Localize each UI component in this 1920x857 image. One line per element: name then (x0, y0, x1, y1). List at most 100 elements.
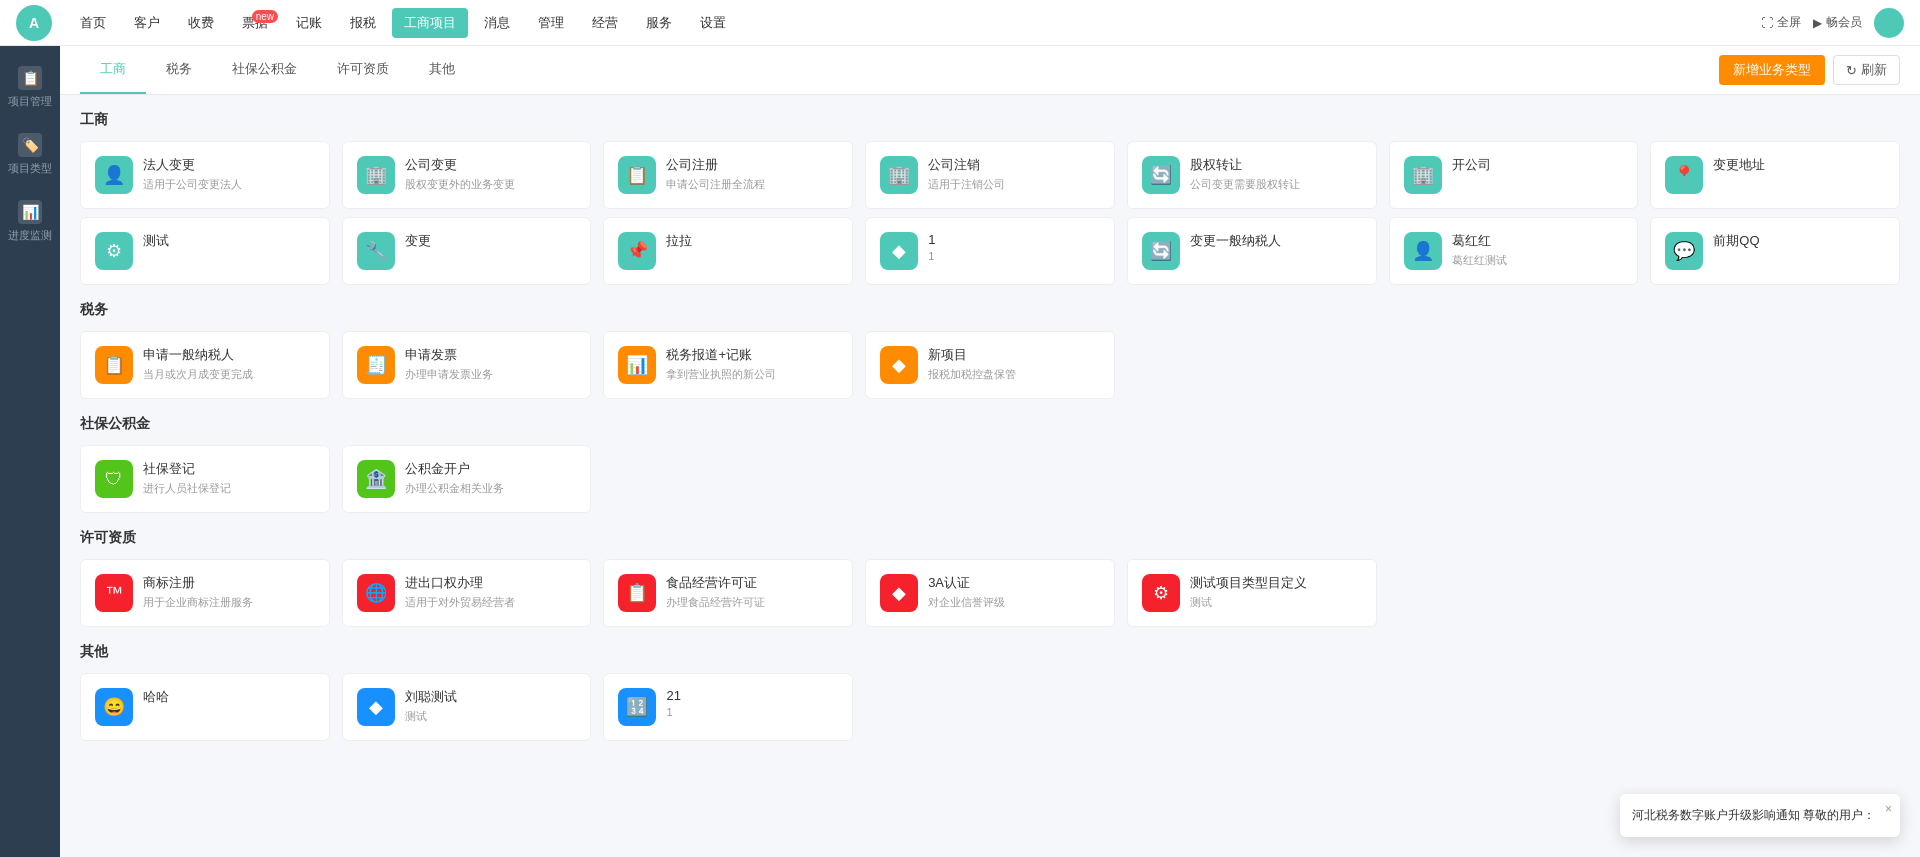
notification-close[interactable]: × (1885, 802, 1892, 816)
nav-item-报税[interactable]: 报税 (338, 8, 388, 38)
card-法人变更[interactable]: 👤法人变更适用于公司变更法人 (80, 141, 330, 209)
tab-工商[interactable]: 工商 (80, 46, 146, 94)
card-icon: 👤 (1404, 232, 1442, 270)
nav-item-设置[interactable]: 设置 (688, 8, 738, 38)
card-公司注销[interactable]: 🏢公司注销适用于注销公司 (865, 141, 1115, 209)
card-前期QQ[interactable]: 💬前期QQ (1650, 217, 1900, 285)
sidebar-label-1: 项目类型 (8, 161, 52, 176)
card-申请发票[interactable]: 🧾申请发票办理申请发票业务 (342, 331, 592, 399)
card-name: 3A认证 (928, 574, 1100, 592)
card-desc: 当月或次月成变更完成 (143, 367, 315, 382)
tab-社保公积金[interactable]: 社保公积金 (212, 46, 317, 94)
card-哈哈[interactable]: 😄哈哈 (80, 673, 330, 741)
fullscreen-button[interactable]: ⛶ 全屏 (1761, 14, 1801, 31)
card-icon: 🔄 (1142, 232, 1180, 270)
add-type-button[interactable]: 新增业务类型 (1719, 55, 1825, 85)
card-开公司[interactable]: 🏢开公司 (1389, 141, 1639, 209)
card-icon: ◆ (880, 574, 918, 612)
nav-item-服务[interactable]: 服务 (634, 8, 684, 38)
card-name: 测试 (143, 232, 315, 250)
member-button[interactable]: ▶ 畅会员 (1813, 14, 1862, 31)
card-公积金开户[interactable]: 🏦公积金开户办理公积金相关业务 (342, 445, 592, 513)
card-icon: 📋 (95, 346, 133, 384)
card-测试[interactable]: ⚙测试 (80, 217, 330, 285)
refresh-button[interactable]: ↻ 刷新 (1833, 55, 1900, 85)
tab-其他[interactable]: 其他 (409, 46, 475, 94)
nav-item-收费[interactable]: 收费 (176, 8, 226, 38)
section-xuke-title: 许可资质 (80, 529, 1900, 547)
card-name: 变更地址 (1713, 156, 1885, 174)
notification-popup: × 河北税务数字账户升级影响通知 尊敬的用户： (1620, 794, 1900, 837)
tab-税务[interactable]: 税务 (146, 46, 212, 94)
card-拉拉[interactable]: 📌拉拉 (603, 217, 853, 285)
shebao-cards: 🛡社保登记进行人员社保登记🏦公积金开户办理公积金相关业务 (80, 445, 1900, 513)
tab-actions: 新增业务类型 ↻ 刷新 (1719, 55, 1900, 85)
card-测试项目类型目定义[interactable]: ⚙测试项目类型目定义测试 (1127, 559, 1377, 627)
avatar[interactable] (1874, 8, 1904, 38)
card-desc: 公司变更需要股权转让 (1190, 177, 1362, 192)
card-21[interactable]: 🔢211 (603, 673, 853, 741)
card-社保登记[interactable]: 🛡社保登记进行人员社保登记 (80, 445, 330, 513)
card-name: 公司注册 (666, 156, 838, 174)
content-area: 工商 👤法人变更适用于公司变更法人🏢公司变更股权变更外的业务变更📋公司注册申请公… (60, 95, 1920, 765)
nav-item-经营[interactable]: 经营 (580, 8, 630, 38)
card-食品经营许可证[interactable]: 📋食品经营许可证办理食品经营许可证 (603, 559, 853, 627)
sidebar-item-1[interactable]: 🏷️项目类型 (0, 125, 60, 184)
card-icon: 📋 (618, 574, 656, 612)
card-icon: 🛡 (95, 460, 133, 498)
card-icon: ◆ (880, 346, 918, 384)
xuke-cards: ™商标注册用于企业商标注册服务🌐进出口权办理适用于对外贸易经营者📋食品经营许可证… (80, 559, 1900, 627)
card-进出口权办理[interactable]: 🌐进出口权办理适用于对外贸易经营者 (342, 559, 592, 627)
card-变更地址[interactable]: 📍变更地址 (1650, 141, 1900, 209)
nav-item-首页[interactable]: 首页 (68, 8, 118, 38)
notification-text: 河北税务数字账户升级影响通知 尊敬的用户： (1632, 806, 1888, 825)
section-shuiwu-title: 税务 (80, 301, 1900, 319)
nav-item-管理[interactable]: 管理 (526, 8, 576, 38)
section-other-title: 其他 (80, 643, 1900, 661)
other-cards: 😄哈哈◆刘聪测试测试🔢211 (80, 673, 1900, 741)
card-icon: 😄 (95, 688, 133, 726)
card-3A认证[interactable]: ◆ 3A认证对企业信誉评级 (865, 559, 1115, 627)
gongshang-cards-row2: ⚙测试🔧变更📌拉拉◆11 🔄 变更一般纳税人 👤葛红红葛红红测试💬前期QQ (80, 217, 1900, 285)
app-logo[interactable]: A (16, 5, 52, 41)
sidebar: 📋项目管理 🏷️项目类型 📊进度监测 (0, 46, 60, 857)
card-desc: 1 (928, 250, 1100, 262)
card-icon: 💬 (1665, 232, 1703, 270)
card-1[interactable]: ◆11 (865, 217, 1115, 285)
tab-许可资质[interactable]: 许可资质 (317, 46, 409, 94)
card-desc: 对企业信誉评级 (928, 595, 1100, 610)
nav-item-客户[interactable]: 客户 (122, 8, 172, 38)
card-申请一般纳税人[interactable]: 📋 申请一般纳税人当月或次月成变更完成 (80, 331, 330, 399)
sidebar-item-0[interactable]: 📋项目管理 (0, 58, 60, 117)
card-公司变更[interactable]: 🏢公司变更股权变更外的业务变更 (342, 141, 592, 209)
card-新项目[interactable]: ◆新项目报税加税控盘保管 (865, 331, 1115, 399)
card-desc: 用于企业商标注册服务 (143, 595, 315, 610)
nav-item-票据[interactable]: 票据new (230, 8, 280, 38)
nav-item-记账[interactable]: 记账 (284, 8, 334, 38)
card-desc: 办理食品经营许可证 (666, 595, 838, 610)
card-变更[interactable]: 🔧变更 (342, 217, 592, 285)
card-股权转让[interactable]: 🔄股权转让公司变更需要股权转让 (1127, 141, 1377, 209)
card-name: 进出口权办理 (405, 574, 577, 592)
nav-item-工商项目[interactable]: 工商项目 (392, 8, 468, 38)
card-税务报道+记账[interactable]: 📊税务报道+记账拿到营业执照的新公司 (603, 331, 853, 399)
card-name: 申请发票 (405, 346, 577, 364)
card-name: 申请一般纳税人 (143, 346, 315, 364)
card-desc: 测试 (405, 709, 577, 724)
main-layout: 📋项目管理🏷️项目类型📊进度监测 工商税务社保公积金许可资质其他 新增业务类型 … (0, 46, 1920, 857)
card-name: 变更一般纳税人 (1190, 232, 1362, 250)
card-变更一般纳税人[interactable]: 🔄 变更一般纳税人 (1127, 217, 1377, 285)
card-葛红红[interactable]: 👤葛红红葛红红测试 (1389, 217, 1639, 285)
card-desc: 葛红红测试 (1452, 253, 1624, 268)
card-name: 税务报道+记账 (666, 346, 838, 364)
card-name: 公司注销 (928, 156, 1100, 174)
sidebar-item-2[interactable]: 📊进度监测 (0, 192, 60, 251)
card-desc: 适用于注销公司 (928, 177, 1100, 192)
card-商标注册[interactable]: ™商标注册用于企业商标注册服务 (80, 559, 330, 627)
card-刘聪测试[interactable]: ◆刘聪测试测试 (342, 673, 592, 741)
card-icon: 🔄 (1142, 156, 1180, 194)
section-shebao-title: 社保公积金 (80, 415, 1900, 433)
nav-item-消息[interactable]: 消息 (472, 8, 522, 38)
card-desc: 进行人员社保登记 (143, 481, 315, 496)
card-公司注册[interactable]: 📋公司注册申请公司注册全流程 (603, 141, 853, 209)
